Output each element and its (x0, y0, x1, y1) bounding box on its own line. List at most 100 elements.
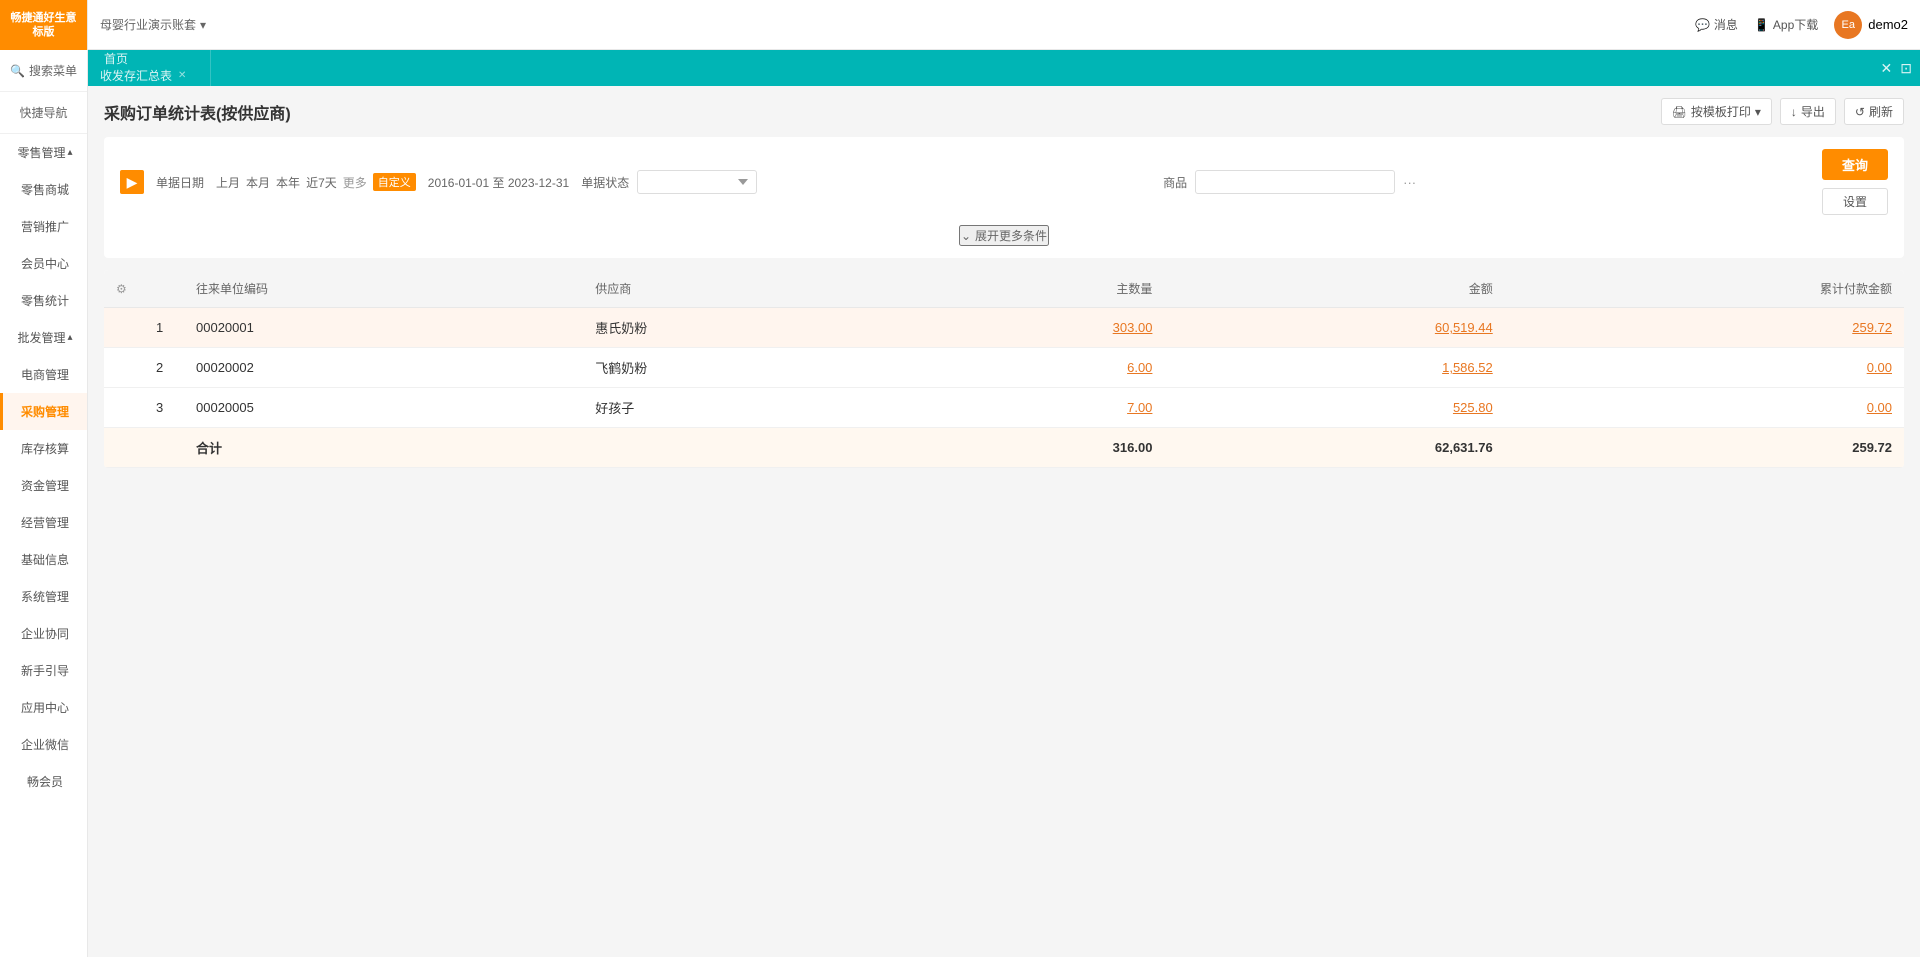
data-table-container: ⚙ 往来单位编码 供应商 主数量 金额 累计付款金额 100020001惠氏奶粉… (104, 270, 1904, 468)
date-more[interactable]: 更多 (343, 174, 367, 191)
row-amount[interactable]: 525.80 (1164, 388, 1504, 428)
sidebar-item-guide[interactable]: 新手引导 (0, 652, 87, 689)
goods-input[interactable] (1195, 170, 1395, 194)
tab-shoufahuiTotal[interactable]: 收发存汇总表 ✕ (88, 67, 211, 84)
download-icon: 📱 (1754, 18, 1769, 32)
sidebar-item-operations[interactable]: 经营管理 (0, 504, 87, 541)
settings-button[interactable]: 设置 (1822, 188, 1888, 215)
goods-more-icon[interactable]: ··· (1403, 175, 1416, 190)
refresh-button[interactable]: ↺ 刷新 (1844, 98, 1904, 125)
status-select[interactable] (637, 170, 757, 194)
table-body: 100020001惠氏奶粉303.0060,519.44259.72200020… (104, 308, 1904, 428)
data-table: ⚙ 往来单位编码 供应商 主数量 金额 累计付款金额 100020001惠氏奶粉… (104, 270, 1904, 468)
sidebar-item-retail[interactable]: 零售管理▴ (0, 134, 87, 171)
sidebar-item-wholesale[interactable]: 批发管理▴ (0, 319, 87, 356)
status-label: 单据状态 (581, 174, 629, 191)
sidebar-item-member[interactable]: 会员中心 (0, 245, 87, 282)
sidebar-item-purchase[interactable]: 采购管理 (0, 393, 87, 430)
row-amount[interactable]: 1,586.52 (1164, 348, 1504, 388)
filter-toggle-button[interactable]: ▶ (120, 170, 144, 194)
page: 采购订单统计表(按供应商) 🖨 按模板打印 ▾ ↓ 导出 ↺ 刷新 (88, 86, 1920, 957)
sidebar-item-marketing[interactable]: 营销推广 (0, 208, 87, 245)
col-amount: 金额 (1164, 270, 1504, 308)
row-quantity[interactable]: 303.00 (899, 308, 1164, 348)
col-quantity: 主数量 (899, 270, 1164, 308)
tabbar: 首页收发存汇总表✕要货单统计表✕可用量库存账本✕保质期查询✕超储预警✕功能说明✕… (88, 50, 1920, 86)
row-amount[interactable]: 60,519.44 (1164, 308, 1504, 348)
row-quantity[interactable]: 7.00 (899, 388, 1164, 428)
row-vendor-code: 00020005 (184, 388, 583, 428)
sidebar-item-retail_stat[interactable]: 零售统计 (0, 282, 87, 319)
quick-nav-button[interactable]: 快捷导航 (0, 98, 87, 127)
search-menu-button[interactable]: 🔍 搜索菜单 (6, 58, 81, 83)
date-custom-badge[interactable]: 自定义 (373, 173, 416, 191)
row-settings (104, 308, 144, 348)
footer-label: 合计 (184, 428, 899, 468)
date-last-7days[interactable]: 近7天 (306, 174, 337, 191)
row-paid[interactable]: 0.00 (1505, 348, 1904, 388)
date-shortcuts: 上月 本月 本年 近7天 更多 自定义 (216, 173, 416, 191)
export-icon: ↓ (1791, 105, 1797, 119)
column-settings-icon[interactable]: ⚙ (116, 282, 127, 296)
row-supplier: 好孩子 (583, 388, 899, 428)
export-button[interactable]: ↓ 导出 (1780, 98, 1836, 125)
expand-row: ⌄ 展开更多条件 (120, 225, 1888, 246)
date-this-month[interactable]: 本月 (246, 174, 270, 191)
sidebar-logo: 畅捷通好生意 标版 (0, 0, 87, 50)
chevron-icon: ▴ (67, 147, 72, 158)
printer-icon: 🖨 (1672, 105, 1687, 119)
sidebar-item-wechat[interactable]: 企业微信 (0, 726, 87, 763)
footer-quantity: 316.00 (899, 428, 1164, 468)
filter-goods-group: 商品 ··· (1163, 170, 1416, 194)
table-row: 100020001惠氏奶粉303.0060,519.44259.72 (104, 308, 1904, 348)
date-label: 单据日期 (156, 174, 204, 191)
message-action[interactable]: 💬 消息 (1695, 16, 1738, 33)
quick-nav-area[interactable]: 快捷导航 (0, 92, 87, 134)
tab-label-shoufahuiTotal: 收发存汇总表 (100, 67, 172, 84)
sidebar-item-enterprise[interactable]: 企业协同 (0, 615, 87, 652)
row-index: 2 (144, 348, 184, 388)
col-vendor-code: 往来单位编码 (184, 270, 583, 308)
row-paid[interactable]: 259.72 (1505, 308, 1904, 348)
avatar: Ea (1834, 11, 1862, 39)
search-icon: 🔍 (10, 64, 25, 78)
logo-text: 畅捷通好生意 标版 (11, 11, 77, 40)
table-row: 300020005好孩子7.00525.800.00 (104, 388, 1904, 428)
close-all-tabs-button[interactable]: ✕ (1881, 60, 1893, 77)
sidebar-item-vip[interactable]: 畅会员 (0, 763, 87, 800)
maximize-button[interactable]: ⊡ (1900, 60, 1912, 77)
expand-more-conditions[interactable]: ⌄ 展开更多条件 (959, 225, 1049, 246)
sidebar-item-finance[interactable]: 资金管理 (0, 467, 87, 504)
breadcrumb-text: 母婴行业演示账套 (100, 16, 196, 33)
sidebar-item-ecommerce[interactable]: 电商管理 (0, 356, 87, 393)
user-profile[interactable]: Ea demo2 (1834, 11, 1908, 39)
tab-home[interactable]: 首页 (88, 50, 211, 67)
message-icon: 💬 (1695, 18, 1710, 32)
app-download-action[interactable]: 📱 App下载 (1754, 16, 1818, 33)
filter-row-main: ▶ 单据日期 上月 本月 本年 近7天 更多 自定义 2016-01-01 至 … (120, 149, 1888, 215)
table-footer-row: 合计 316.00 62,631.76 259.72 (104, 428, 1904, 468)
query-button[interactable]: 查询 (1822, 149, 1888, 180)
row-paid[interactable]: 0.00 (1505, 388, 1904, 428)
breadcrumb: 母婴行业演示账套 ▾ (100, 16, 1695, 33)
sidebar-item-basic[interactable]: 基础信息 (0, 541, 87, 578)
page-header-actions: 🖨 按模板打印 ▾ ↓ 导出 ↺ 刷新 (1661, 98, 1904, 125)
sidebar-item-inventory[interactable]: 库存核算 (0, 430, 87, 467)
sidebar-item-system[interactable]: 系统管理 (0, 578, 87, 615)
sidebar-item-appcenter[interactable]: 应用中心 (0, 689, 87, 726)
refresh-icon: ↺ (1855, 105, 1865, 119)
sidebar-search-area[interactable]: 🔍 搜索菜单 (0, 50, 87, 92)
date-this-year[interactable]: 本年 (276, 174, 300, 191)
date-last-month[interactable]: 上月 (216, 174, 240, 191)
tab-close-shoufahuiTotal[interactable]: ✕ (178, 70, 186, 81)
row-vendor-code: 00020002 (184, 348, 583, 388)
expand-icon: ⌄ (961, 229, 971, 243)
row-quantity[interactable]: 6.00 (899, 348, 1164, 388)
topbar: 母婴行业演示账套 ▾ 💬 消息 📱 App下载 Ea demo2 (88, 0, 1920, 50)
breadcrumb-arrow[interactable]: ▾ (200, 18, 206, 32)
topbar-actions: 💬 消息 📱 App下载 Ea demo2 (1695, 11, 1908, 39)
tab-label-home: 首页 (104, 50, 128, 67)
sidebar-item-retail_mall[interactable]: 零售商城 (0, 171, 87, 208)
username-label: demo2 (1868, 17, 1908, 32)
print-button[interactable]: 🖨 按模板打印 ▾ (1661, 98, 1772, 125)
